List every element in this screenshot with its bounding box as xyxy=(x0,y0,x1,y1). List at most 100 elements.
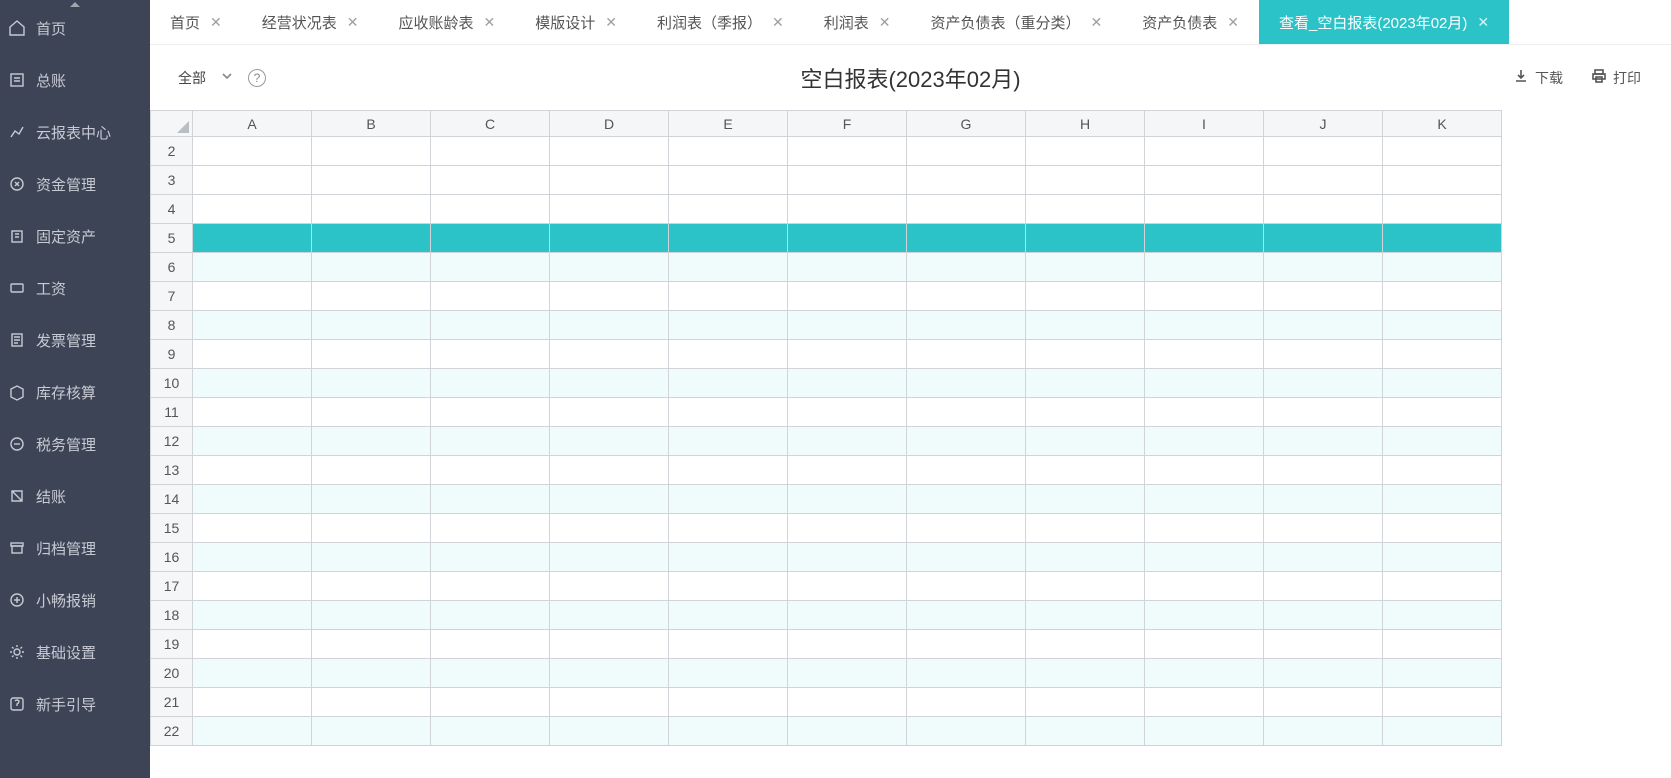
cell[interactable] xyxy=(193,137,312,166)
cell[interactable] xyxy=(1264,543,1383,572)
cell[interactable] xyxy=(1026,166,1145,195)
cell[interactable] xyxy=(1026,195,1145,224)
cell[interactable] xyxy=(431,485,550,514)
cell[interactable] xyxy=(669,166,788,195)
cell[interactable] xyxy=(788,398,907,427)
row-header[interactable]: 6 xyxy=(151,253,193,282)
cell[interactable] xyxy=(907,253,1026,282)
tab[interactable]: 利润表（季报）✕ xyxy=(637,0,804,44)
cell[interactable] xyxy=(1026,398,1145,427)
cell[interactable] xyxy=(550,195,669,224)
cell[interactable] xyxy=(312,572,431,601)
cell[interactable] xyxy=(669,485,788,514)
cell[interactable] xyxy=(1026,630,1145,659)
row-header[interactable]: 16 xyxy=(151,543,193,572)
cell[interactable] xyxy=(907,456,1026,485)
cell[interactable] xyxy=(312,601,431,630)
cell[interactable] xyxy=(550,369,669,398)
cell[interactable] xyxy=(669,369,788,398)
cell[interactable] xyxy=(788,369,907,398)
cell[interactable] xyxy=(788,340,907,369)
cell[interactable] xyxy=(193,195,312,224)
close-icon[interactable]: ✕ xyxy=(879,14,891,31)
cell[interactable] xyxy=(1145,688,1264,717)
cell[interactable] xyxy=(1264,659,1383,688)
row-header[interactable]: 19 xyxy=(151,630,193,659)
cell[interactable] xyxy=(1026,485,1145,514)
cell[interactable] xyxy=(788,485,907,514)
cell[interactable] xyxy=(312,717,431,746)
cell[interactable] xyxy=(1383,340,1502,369)
cell[interactable] xyxy=(1383,688,1502,717)
cell[interactable] xyxy=(788,572,907,601)
cell[interactable] xyxy=(788,601,907,630)
cell[interactable] xyxy=(669,659,788,688)
row-header[interactable]: 21 xyxy=(151,688,193,717)
row-header[interactable]: 5 xyxy=(151,224,193,253)
row-header[interactable]: 17 xyxy=(151,572,193,601)
column-header[interactable]: E xyxy=(669,111,788,137)
cell[interactable] xyxy=(431,137,550,166)
column-header[interactable]: C xyxy=(431,111,550,137)
cell[interactable] xyxy=(193,630,312,659)
cell[interactable] xyxy=(1383,717,1502,746)
cell[interactable] xyxy=(550,601,669,630)
cell[interactable] xyxy=(1383,166,1502,195)
sidebar-item-guide[interactable]: 新手引导 xyxy=(0,678,150,730)
cell[interactable] xyxy=(1145,456,1264,485)
print-button[interactable]: 打印 xyxy=(1591,68,1641,88)
cell[interactable] xyxy=(669,688,788,717)
cell[interactable] xyxy=(193,514,312,543)
column-header[interactable]: F xyxy=(788,111,907,137)
cell[interactable] xyxy=(431,717,550,746)
close-icon[interactable]: ✕ xyxy=(605,14,617,31)
cell[interactable] xyxy=(907,427,1026,456)
cell[interactable] xyxy=(1145,485,1264,514)
cell[interactable] xyxy=(1145,427,1264,456)
column-header[interactable]: J xyxy=(1264,111,1383,137)
cell[interactable] xyxy=(312,137,431,166)
cell[interactable] xyxy=(1145,572,1264,601)
cell[interactable] xyxy=(312,630,431,659)
cell[interactable] xyxy=(1145,253,1264,282)
cell[interactable] xyxy=(1264,253,1383,282)
cell[interactable] xyxy=(1383,137,1502,166)
cell[interactable] xyxy=(312,311,431,340)
cell[interactable] xyxy=(788,514,907,543)
cell[interactable] xyxy=(1145,137,1264,166)
cell[interactable] xyxy=(1145,340,1264,369)
cell[interactable] xyxy=(788,456,907,485)
cell[interactable] xyxy=(1145,630,1264,659)
cell[interactable] xyxy=(1383,282,1502,311)
cell[interactable] xyxy=(550,311,669,340)
cell[interactable] xyxy=(788,630,907,659)
sidebar-item-invoice[interactable]: 发票管理 xyxy=(0,314,150,366)
cell[interactable] xyxy=(1383,427,1502,456)
cell[interactable] xyxy=(907,282,1026,311)
sidebar-item-settings[interactable]: 基础设置 xyxy=(0,626,150,678)
row-header[interactable]: 15 xyxy=(151,514,193,543)
cell[interactable] xyxy=(907,195,1026,224)
row-header[interactable]: 12 xyxy=(151,427,193,456)
cell[interactable] xyxy=(1026,572,1145,601)
row-header[interactable]: 18 xyxy=(151,601,193,630)
cell[interactable] xyxy=(312,427,431,456)
column-header[interactable]: I xyxy=(1145,111,1264,137)
cell[interactable] xyxy=(1145,195,1264,224)
row-header[interactable]: 3 xyxy=(151,166,193,195)
sidebar-item-expense[interactable]: 小畅报销 xyxy=(0,574,150,626)
cell[interactable] xyxy=(1026,369,1145,398)
cell[interactable] xyxy=(431,166,550,195)
cell[interactable] xyxy=(312,514,431,543)
cell[interactable] xyxy=(550,282,669,311)
column-header[interactable]: G xyxy=(907,111,1026,137)
cell[interactable] xyxy=(431,514,550,543)
cell[interactable] xyxy=(1383,311,1502,340)
tab[interactable]: 首页✕ xyxy=(150,0,242,44)
cell[interactable] xyxy=(1383,369,1502,398)
cell[interactable] xyxy=(1383,253,1502,282)
cell[interactable] xyxy=(1145,166,1264,195)
cell[interactable] xyxy=(669,340,788,369)
cell[interactable] xyxy=(1145,514,1264,543)
cell[interactable] xyxy=(431,195,550,224)
